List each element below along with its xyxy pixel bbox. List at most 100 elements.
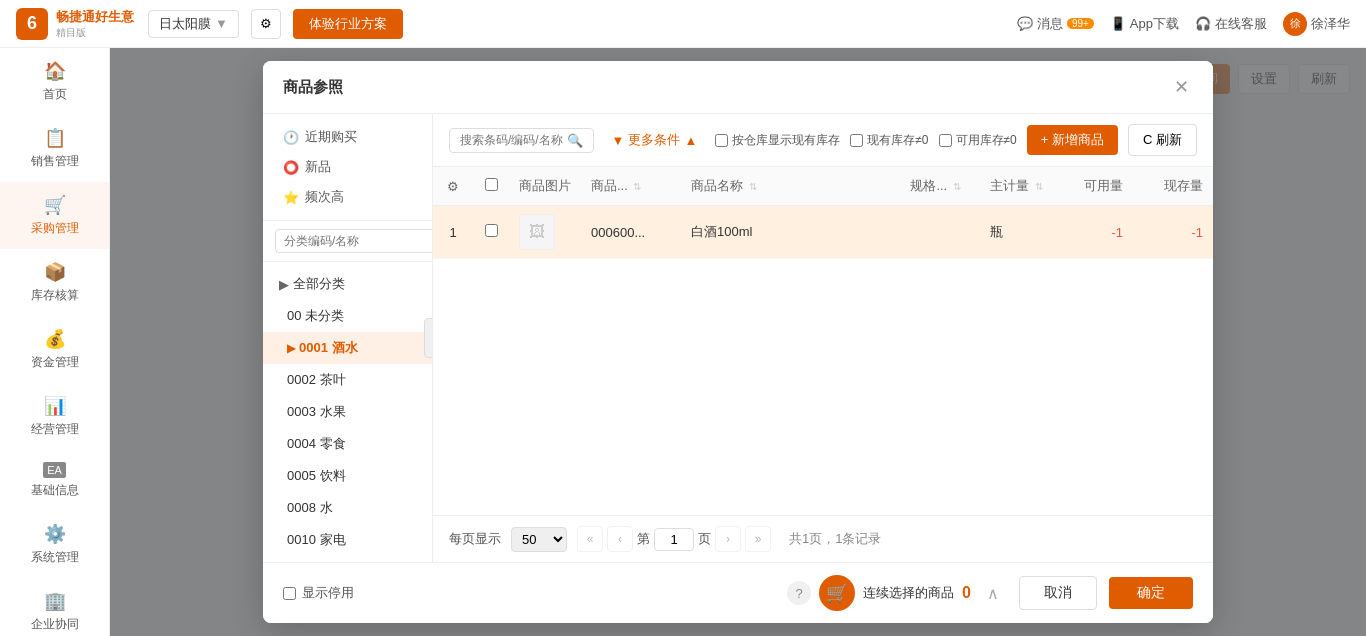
category-item-0003[interactable]: 0003 水果 [263, 396, 432, 428]
sidebar-item-enterprise[interactable]: 🏢 企业协同 [0, 578, 109, 636]
th-unit[interactable]: 主计量 ⇅ [980, 167, 1053, 206]
cart-button[interactable]: 🛒 [819, 575, 855, 611]
modal-title: 商品参照 [283, 78, 343, 97]
page-prev-button[interactable]: ‹ [607, 526, 633, 552]
name-sort-icon: ⇅ [749, 181, 757, 192]
category-item-all[interactable]: ▶ 全部分类 [263, 268, 432, 300]
store-selector[interactable]: 日太阳膜 ▼ [148, 10, 239, 38]
category-item-0002[interactable]: 0002 茶叶 [263, 364, 432, 396]
add-product-button[interactable]: + 新增商品 [1027, 125, 1118, 155]
quick-access-section: 🕐 近期购买 ⭕ 新品 ⭐ 频次高 [263, 114, 432, 221]
refresh-button[interactable]: C 刷新 [1128, 124, 1197, 156]
sidebar-item-home[interactable]: 🏠 首页 [0, 48, 109, 115]
filter-icon: ▼ [612, 133, 625, 148]
message-nav-item[interactable]: 💬 消息 99+ [1017, 15, 1094, 33]
settings-column-icon[interactable]: ⚙ [447, 179, 459, 194]
th-spec-label: 规格... [910, 178, 947, 193]
category-0010-label: 0010 家电 [287, 531, 346, 549]
th-unit-label: 主计量 [990, 178, 1029, 193]
row-unit: 瓶 [980, 206, 1053, 259]
show-disabled-checkbox[interactable]: 显示停用 [283, 584, 354, 602]
sidebar-item-purchase[interactable]: 🛒 采购管理 [0, 182, 109, 249]
row-unit-value: 瓶 [990, 224, 1003, 239]
row-stock: -1 [1133, 206, 1213, 259]
category-0001-arrow: ▶ [287, 342, 295, 355]
row-code-value: 000600... [591, 225, 645, 240]
sales-icon: 📋 [44, 127, 66, 149]
app-download-nav-item[interactable]: 📱 App下载 [1110, 15, 1179, 33]
filter-more-button[interactable]: ▼ 更多条件 ▲ [604, 127, 706, 153]
trial-button[interactable]: 体验行业方案 [293, 9, 403, 39]
user-nav-item[interactable]: 徐 徐泽华 [1283, 12, 1350, 36]
available-filter-label: 现有库存≠0 [867, 132, 928, 149]
user-avatar: 徐 [1283, 12, 1307, 36]
confirm-button[interactable]: 确定 [1109, 577, 1193, 609]
store-dropdown-icon: ▼ [215, 16, 228, 31]
table-row[interactable]: 1 🖼 [433, 206, 1213, 259]
message-icon: 💬 [1017, 16, 1033, 31]
sidebar-label-home: 首页 [43, 86, 67, 103]
sidebar-item-system[interactable]: ⚙️ 系统管理 [0, 511, 109, 578]
page-next-button[interactable]: › [715, 526, 741, 552]
page-number-input[interactable] [654, 528, 694, 551]
page-last-button[interactable]: » [745, 526, 771, 552]
category-item-0001[interactable]: ▶ 0001 酒水 [263, 332, 432, 364]
product-search-input[interactable] [460, 133, 563, 147]
category-item-00[interactable]: 00 未分类 [263, 300, 432, 332]
quick-item-frequent[interactable]: ⭐ 频次高 [275, 182, 420, 212]
page-size-select[interactable]: 50 10 20 100 [511, 527, 567, 552]
modal-close-button[interactable]: ✕ [1169, 75, 1193, 99]
category-search-input[interactable] [275, 229, 433, 253]
page-size-label: 每页显示 [449, 530, 501, 548]
code-sort-icon: ⇅ [633, 181, 641, 192]
cancel-button[interactable]: 取消 [1019, 576, 1097, 610]
show-disabled-label: 显示停用 [302, 584, 354, 602]
basic-icon: EA [43, 462, 66, 478]
quick-item-new[interactable]: ⭕ 新品 [275, 152, 420, 182]
page-first-button[interactable]: « [577, 526, 603, 552]
help-icon-button[interactable]: ? [787, 581, 811, 605]
th-spec[interactable]: 规格... ⇅ [900, 167, 980, 206]
cart-collapse-button[interactable]: ∧ [979, 579, 1007, 607]
th-stock-label: 现存量 [1164, 178, 1203, 193]
quick-item-recent[interactable]: 🕐 近期购买 [275, 122, 420, 152]
usable-checkbox-input[interactable] [939, 134, 952, 147]
th-code[interactable]: 商品... ⇅ [581, 167, 681, 206]
filter-collapse-icon: ▲ [684, 133, 697, 148]
row-avail: -1 [1053, 206, 1133, 259]
new-product-icon: ⭕ [283, 160, 299, 175]
quick-label-recent: 近期购买 [305, 128, 357, 146]
sidebar-item-operation[interactable]: 📊 经营管理 [0, 383, 109, 450]
collapse-chevron-icon: 《 [427, 331, 433, 345]
th-name[interactable]: 商品名称 ⇅ [681, 167, 900, 206]
gear-button[interactable]: ⚙ [251, 9, 281, 39]
warehouse-checkbox-input[interactable] [715, 134, 728, 147]
show-disabled-input[interactable] [283, 587, 296, 600]
sidebar-item-inventory[interactable]: 📦 库存核算 [0, 249, 109, 316]
category-item-0005[interactable]: 0005 饮料 [263, 460, 432, 492]
sidebar-item-basic[interactable]: EA 基础信息 [0, 450, 109, 511]
page-label: 第 [637, 530, 650, 548]
row-check[interactable] [473, 206, 509, 259]
online-service-nav-item[interactable]: 🎧 在线客服 [1195, 15, 1267, 33]
online-service-label: 在线客服 [1215, 15, 1267, 33]
available-filter-checkbox[interactable]: 现有库存≠0 [850, 132, 928, 149]
sidebar-item-finance[interactable]: 💰 资金管理 [0, 316, 109, 383]
sidebar: 🏠 首页 📋 销售管理 🛒 采购管理 📦 库存核算 💰 资金管理 📊 经营管理 … [0, 48, 110, 636]
select-all-checkbox[interactable] [485, 178, 498, 191]
category-item-0010[interactable]: 0010 家电 [263, 524, 432, 556]
category-item-0004[interactable]: 0004 零食 [263, 428, 432, 460]
category-item-0008[interactable]: 0008 水 [263, 492, 432, 524]
row-checkbox[interactable] [485, 224, 498, 237]
available-checkbox-input[interactable] [850, 134, 863, 147]
warehouse-filter-checkbox[interactable]: 按仓库显示现有库存 [715, 132, 840, 149]
category-collapse-button[interactable]: 《 [424, 318, 433, 358]
category-0002-label: 0002 茶叶 [287, 371, 346, 389]
app-download-label: App下载 [1130, 15, 1179, 33]
category-panel: 🕐 近期购买 ⭕ 新品 ⭐ 频次高 [263, 114, 433, 562]
page-navigation: « ‹ 第 页 › » [577, 526, 771, 552]
product-search-icon[interactable]: 🔍 [567, 133, 583, 148]
usable-filter-checkbox[interactable]: 可用库存≠0 [939, 132, 1017, 149]
inventory-icon: 📦 [44, 261, 66, 283]
sidebar-item-sales[interactable]: 📋 销售管理 [0, 115, 109, 182]
